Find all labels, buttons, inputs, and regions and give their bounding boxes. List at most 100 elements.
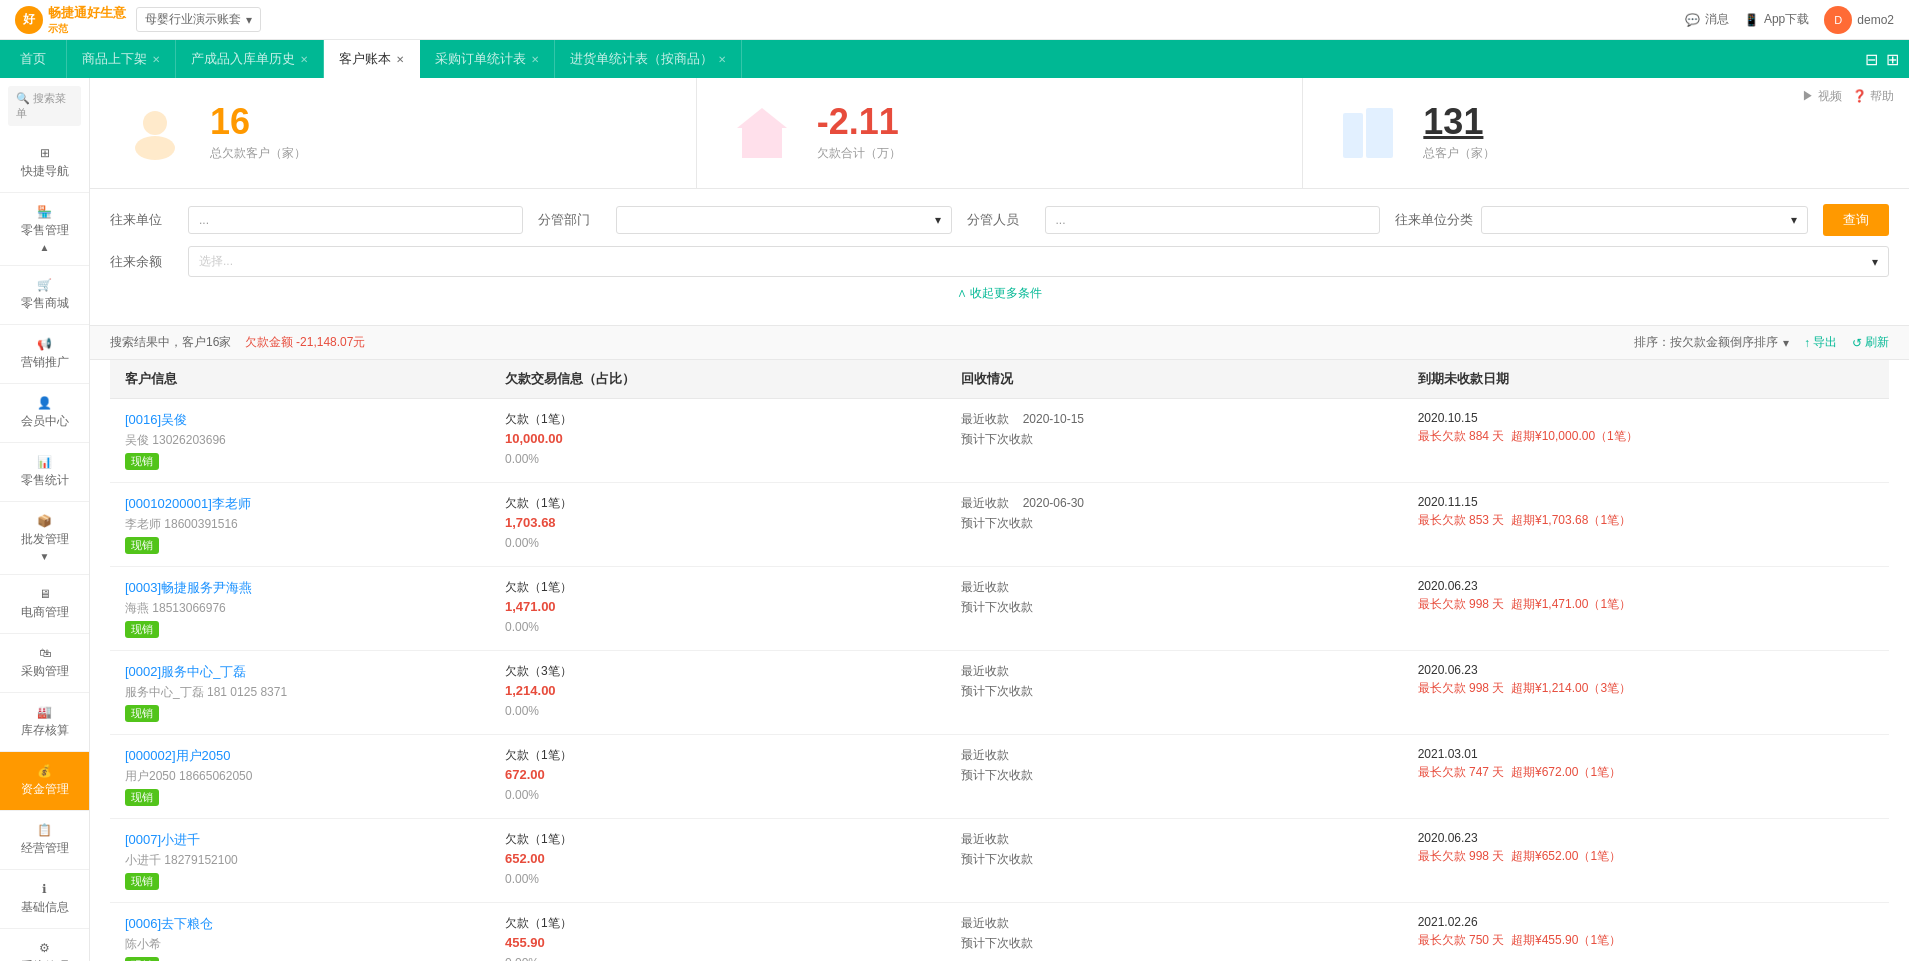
recovery-cell-3: 最近收款 预计下次收款 xyxy=(961,579,1417,616)
brand-name: 畅捷通好生意 示范 xyxy=(48,4,126,36)
sidebar-item-quick-nav[interactable]: ⊞ 快捷导航 xyxy=(0,134,89,193)
tab-purchase-stats[interactable]: 进货单统计表（按商品） ✕ xyxy=(555,40,742,78)
next-payment-3: 预计下次收款 xyxy=(961,599,1417,616)
result-bar: 搜索结果中，客户16家 欠款金额 -21,148.07元 排序：按欠款金额倒序排… xyxy=(90,326,1909,360)
tab-goods-on-off[interactable]: 商品上下架 ✕ xyxy=(67,40,176,78)
dept-select[interactable]: ▾ xyxy=(616,206,951,234)
table-area: 客户信息 欠款交易信息（占比） 回收情况 到期未收款日期 [0016]吴俊 吴俊… xyxy=(90,360,1909,961)
ecommerce-icon: 🖥 xyxy=(39,587,51,601)
recovery-cell-4: 最近收款 预计下次收款 xyxy=(961,663,1417,700)
sidebar-item-marketing[interactable]: 📢 营销推广 xyxy=(0,325,89,384)
tab-purchase-close[interactable]: ✕ xyxy=(531,54,539,65)
sidebar-item-base-info[interactable]: ℹ 基础信息 xyxy=(0,870,89,929)
recovery-cell-7: 最近收款 预计下次收款 xyxy=(961,915,1417,952)
debt-amount-icon xyxy=(727,98,797,168)
member-label: 会员中心 xyxy=(21,413,69,430)
latest-payment-5: 最近收款 xyxy=(961,747,1417,764)
export-label: 导出 xyxy=(1813,334,1837,351)
due-date-1: 2020.10.15 xyxy=(1418,411,1874,425)
customer-cell-1: [0016]吴俊 吴俊 13026203696 现销 xyxy=(125,411,505,470)
sidebar-item-inventory[interactable]: 🏭 库存核算 xyxy=(0,693,89,752)
customer-name-1[interactable]: [0016]吴俊 xyxy=(125,411,505,429)
sidebar-item-member[interactable]: 👤 会员中心 xyxy=(0,384,89,443)
recovery-cell-2: 最近收款 2020-06-30 预计下次收款 xyxy=(961,495,1417,532)
sidebar-item-wholesale[interactable]: 📦 批发管理 ▼ xyxy=(0,502,89,575)
customer-tag-4: 现销 xyxy=(125,705,159,722)
customer-name-2[interactable]: [00010200001]李老师 xyxy=(125,495,505,513)
sort-selector[interactable]: 排序：按欠款金额倒序排序 ▾ xyxy=(1634,334,1789,351)
biz-mgmt-icon: 📋 xyxy=(37,823,52,837)
tab-fullscreen-icon[interactable]: ⊞ xyxy=(1886,50,1899,69)
person-input[interactable]: ... xyxy=(1045,206,1380,234)
app-download-label: App下载 xyxy=(1764,11,1809,28)
sidebar-item-biz-mgmt[interactable]: 📋 经营管理 xyxy=(0,811,89,870)
total-customers-number: 131 xyxy=(1423,104,1879,140)
sidebar-item-system[interactable]: ⚙ 系统管理 xyxy=(0,929,89,961)
customer-phone-5: 用户2050 18665062050 xyxy=(125,768,505,785)
stat-debt-customers: 16 总欠款客户（家） xyxy=(90,78,697,188)
customer-tag-1: 现销 xyxy=(125,453,159,470)
customer-name-6[interactable]: [0007]小进千 xyxy=(125,831,505,849)
table-header: 客户信息 欠款交易信息（占比） 回收情况 到期未收款日期 xyxy=(110,360,1889,399)
marketing-label: 营销推广 xyxy=(21,354,69,371)
customer-tag-3: 现销 xyxy=(125,621,159,638)
collapse-button[interactable]: ∧ 收起更多条件 xyxy=(110,277,1889,310)
store-arrow: ▾ xyxy=(246,13,252,27)
tab-goods-close[interactable]: ✕ xyxy=(152,54,160,65)
query-button[interactable]: 查询 xyxy=(1823,204,1889,236)
store-selector[interactable]: 母婴行业演示账套 ▾ xyxy=(136,7,261,32)
video-btn[interactable]: ▶ 视频 xyxy=(1802,88,1841,105)
debt-ratio-3: 0.00% xyxy=(505,620,961,634)
app-download-btn[interactable]: 📱 App下载 xyxy=(1744,11,1809,28)
sidebar-item-retail-stats[interactable]: 📊 零售统计 xyxy=(0,443,89,502)
sidebar: 🔍 搜索菜单 ⊞ 快捷导航 🏪 零售管理 ▲ 🛒 零售商城 📢 营销推广 👤 会… xyxy=(0,78,90,961)
tab-stats-close[interactable]: ✕ xyxy=(718,54,726,65)
sidebar-item-purchase[interactable]: 🛍 采购管理 xyxy=(0,634,89,693)
tab-product-history[interactable]: 产成品入库单历史 ✕ xyxy=(176,40,324,78)
stats-header: 16 总欠款客户（家） -2.11 欠款合计（万） xyxy=(90,78,1909,189)
customer-name-3[interactable]: [0003]畅捷服务尹海燕 xyxy=(125,579,505,597)
sidebar-search[interactable]: 🔍 搜索菜单 xyxy=(0,78,89,134)
due-date-5: 2021.03.01 xyxy=(1418,747,1874,761)
latest-payment-4: 最近收款 xyxy=(961,663,1417,680)
tab-purchase-order[interactable]: 采购订单统计表 ✕ xyxy=(420,40,555,78)
source-category-select[interactable]: ▾ xyxy=(1481,206,1808,234)
filter-row-2: 往来余额 选择... ▾ xyxy=(110,246,1889,277)
balance-select[interactable]: 选择... ▾ xyxy=(188,246,1889,277)
tab-customer-account[interactable]: 客户账本 ✕ xyxy=(324,40,420,78)
sidebar-item-ecommerce[interactable]: 🖥 电商管理 xyxy=(0,575,89,634)
retail-stats-icon: 📊 xyxy=(37,455,52,469)
refresh-button[interactable]: ↺ 刷新 xyxy=(1852,334,1889,351)
help-btn[interactable]: ❓ 帮助 xyxy=(1852,88,1894,105)
tab-product-close[interactable]: ✕ xyxy=(300,54,308,65)
debt-count-7: 欠款（1笔） xyxy=(505,915,961,932)
sidebar-item-retail-mgmt[interactable]: 🏪 零售管理 ▲ xyxy=(0,193,89,266)
recovery-cell-6: 最近收款 预计下次收款 xyxy=(961,831,1417,868)
result-search-label: 搜索结果中，客户16家 xyxy=(110,335,231,349)
sidebar-search-box[interactable]: 🔍 搜索菜单 xyxy=(8,86,81,126)
customer-cell-5: [000002]用户2050 用户2050 18665062050 现销 xyxy=(125,747,505,806)
tab-minimize-icon[interactable]: ⊟ xyxy=(1865,50,1878,69)
debt-amount-3: 1,471.00 xyxy=(505,599,961,614)
tab-customer-close[interactable]: ✕ xyxy=(396,54,404,65)
biz-mgmt-label: 经营管理 xyxy=(21,840,69,857)
due-date-7: 2021.02.26 xyxy=(1418,915,1874,929)
sidebar-item-retail-mall[interactable]: 🛒 零售商城 xyxy=(0,266,89,325)
app-icon: 📱 xyxy=(1744,13,1759,27)
debt-amount-info: -2.11 欠款合计（万） xyxy=(817,104,1273,162)
customer-phone-6: 小进千 18279152100 xyxy=(125,852,505,869)
debt-ratio-7: 0.00% xyxy=(505,956,961,961)
debt-amount-2: 1,703.68 xyxy=(505,515,961,530)
sidebar-item-finance[interactable]: 💰 资金管理 xyxy=(0,752,89,811)
customer-name-7[interactable]: [0006]去下粮仓 xyxy=(125,915,505,933)
message-btn[interactable]: 💬 消息 xyxy=(1685,11,1729,28)
tab-home[interactable]: 首页 xyxy=(0,40,67,78)
tab-bar-end: ⊟ ⊞ xyxy=(1855,50,1909,69)
debt-customers-label: 总欠款客户（家） xyxy=(210,145,666,162)
export-button[interactable]: ↑ 导出 xyxy=(1804,334,1837,351)
filter-row-1: 往来单位 ... 分管部门 ▾ 分管人员 ... xyxy=(110,204,1889,236)
user-profile[interactable]: D demo2 xyxy=(1824,6,1894,34)
customer-name-4[interactable]: [0002]服务中心_丁磊 xyxy=(125,663,505,681)
source-unit-input[interactable]: ... xyxy=(188,206,523,234)
customer-name-5[interactable]: [000002]用户2050 xyxy=(125,747,505,765)
